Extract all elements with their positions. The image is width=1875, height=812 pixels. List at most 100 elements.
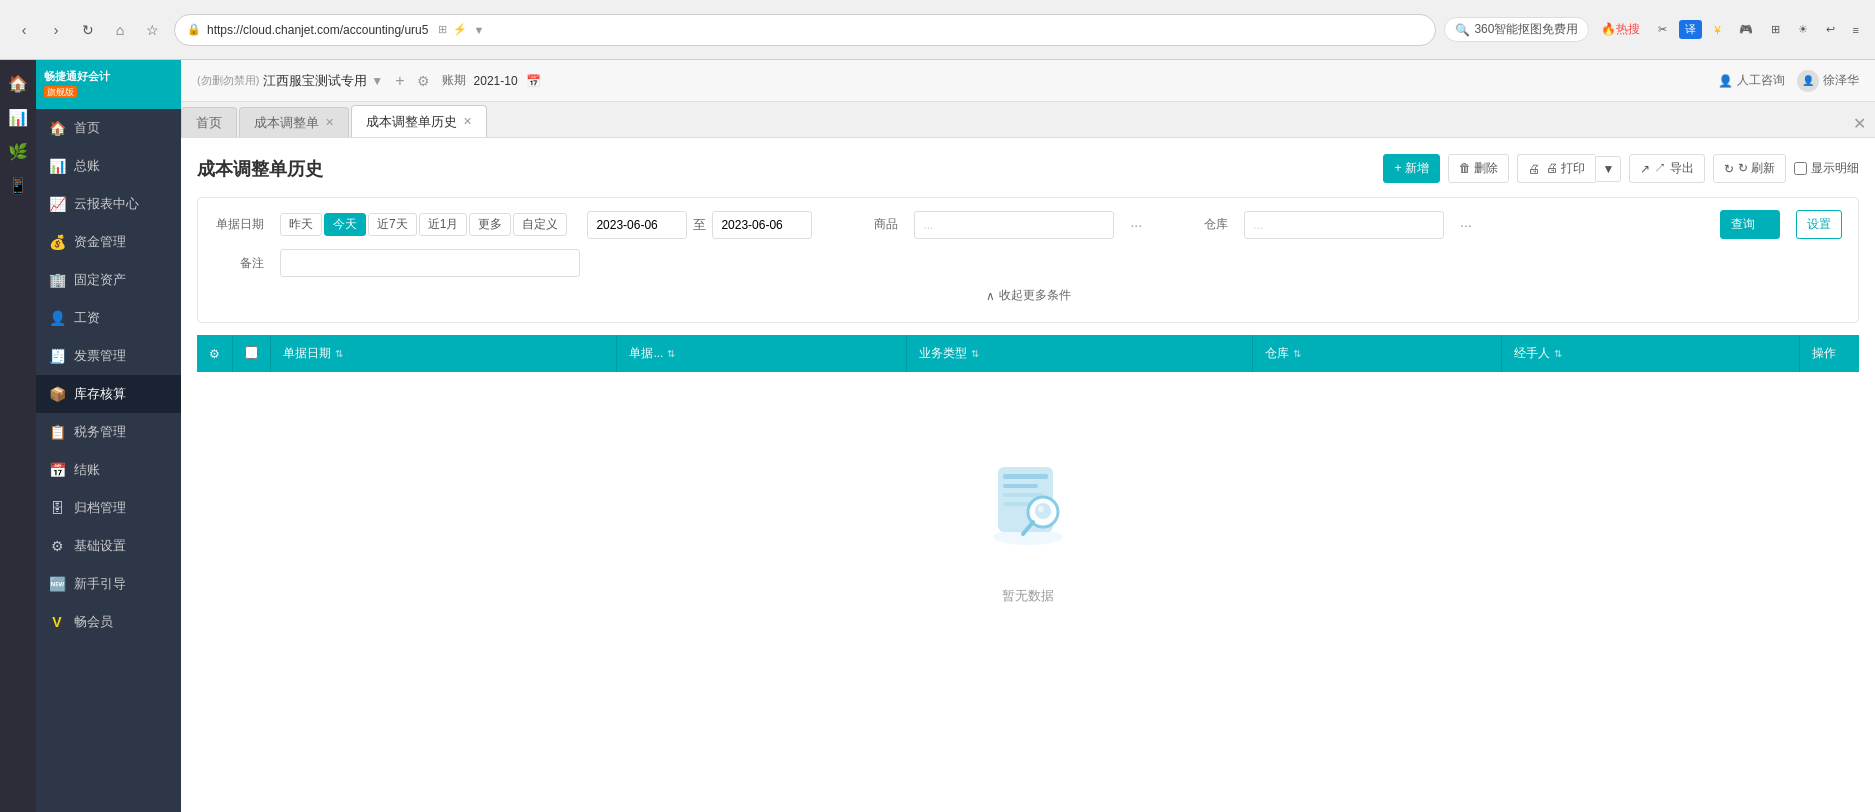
sidebar-item-settings[interactable]: ⚙ 基础设置 (36, 527, 181, 565)
date-btn-today[interactable]: 今天 (324, 213, 366, 236)
currency-tool[interactable]: ¥ (1708, 22, 1726, 38)
warehouse-sort-icon: ⇅ (1293, 348, 1301, 359)
sidebar-item-inventory[interactable]: 📦 库存核算 (36, 375, 181, 413)
th-date-label: 单据日期 (283, 345, 331, 362)
date-to-input[interactable] (712, 211, 812, 239)
sidebar-item-guide[interactable]: 🆕 新手引导 (36, 565, 181, 603)
bookmark-button[interactable]: ☆ (138, 16, 166, 44)
query-button[interactable]: 查询 (1720, 210, 1780, 239)
icon-bar: 🏠 📊 🌿 📱 (0, 60, 36, 812)
consultant-label: 人工咨询 (1737, 72, 1785, 89)
tabs-bar: 首页 成本调整单 ✕ 成本调整单历史 ✕ ✕ (181, 102, 1875, 138)
sidebar-item-salary[interactable]: 👤 工资 (36, 299, 181, 337)
th-biz-type[interactable]: 业务类型 ⇅ (906, 335, 1252, 372)
back-button[interactable]: ‹ (10, 16, 38, 44)
th-number[interactable]: 单据... ⇅ (617, 335, 906, 372)
translate-tool[interactable]: 译 (1679, 20, 1702, 39)
funds-icon: 💰 (48, 234, 66, 250)
company-selector[interactable]: (勿删勿禁用) 江西服宝测试专用 ▼ (197, 72, 383, 90)
sidebar-item-invoices[interactable]: 🧾 发票管理 (36, 337, 181, 375)
remark-input[interactable] (280, 249, 580, 277)
user-menu[interactable]: 👤 徐泽华 (1797, 70, 1859, 92)
warehouse-more-dots[interactable]: ··· (1460, 217, 1472, 233)
forward-button[interactable]: › (42, 16, 70, 44)
warehouse-selector[interactable]: ... (1244, 211, 1444, 239)
export-button[interactable]: ↗ ↗ 导出 (1629, 154, 1704, 183)
export-label: ↗ 导出 (1654, 160, 1693, 177)
period-value: 2021-10 (474, 74, 518, 88)
tab-home[interactable]: 首页 (181, 107, 237, 137)
company-dropdown-icon[interactable]: ▼ (371, 74, 383, 88)
date-btn-more[interactable]: 更多 (469, 213, 511, 236)
sidebar-nav: 🏠 首页 📊 总账 📈 云报表中心 💰 资金管理 🏢 固定资产 👤 工资 (36, 109, 181, 812)
reload-button[interactable]: ↻ (74, 16, 102, 44)
date-btn-1month[interactable]: 近1月 (419, 213, 468, 236)
sidebar-item-member[interactable]: V 畅会员 (36, 603, 181, 641)
biz-type-sort-icon: ⇅ (971, 348, 979, 359)
show-detail-checkbox[interactable]: 显示明细 (1794, 160, 1859, 177)
new-button[interactable]: + 新增 (1383, 154, 1439, 183)
iconbar-item-2[interactable]: 📊 (3, 102, 33, 132)
calendar-icon[interactable]: 📅 (526, 74, 541, 88)
assets-icon: 🏢 (48, 272, 66, 288)
address-bar[interactable]: 🔒 https://cloud.chanjet.com/accounting/u… (174, 14, 1436, 46)
theme-tool[interactable]: ☀ (1792, 21, 1814, 38)
th-warehouse[interactable]: 仓库 ⇅ (1253, 335, 1502, 372)
salary-icon: 👤 (48, 310, 66, 326)
th-handler[interactable]: 经手人 ⇅ (1501, 335, 1799, 372)
sidebar-item-funds[interactable]: 💰 资金管理 (36, 223, 181, 261)
add-icon[interactable]: + (395, 72, 404, 90)
menu-tool[interactable]: ≡ (1847, 22, 1865, 38)
iconbar-item-3[interactable]: 🌿 (3, 136, 33, 166)
refresh-button[interactable]: ↻ ↻ 刷新 (1713, 154, 1786, 183)
sidebar-item-fixed-assets[interactable]: 🏢 固定资产 (36, 261, 181, 299)
date-btn-7days[interactable]: 近7天 (368, 213, 417, 236)
th-check[interactable] (233, 335, 271, 372)
show-detail-input[interactable] (1794, 162, 1807, 175)
collapse-filter-btn[interactable]: ∧ 收起更多条件 (986, 287, 1071, 304)
print-button[interactable]: 🖨 🖨 打印 (1517, 154, 1595, 183)
game-tool[interactable]: 🎮 (1733, 21, 1759, 38)
close-all-tabs-btn[interactable]: ✕ (1847, 109, 1871, 137)
select-all-checkbox[interactable] (245, 346, 258, 359)
tab-cost-adjust[interactable]: 成本调整单 ✕ (239, 107, 349, 137)
th-date[interactable]: 单据日期 ⇅ (271, 335, 617, 372)
tab-home-label: 首页 (196, 114, 222, 132)
consultant-btn[interactable]: 👤 人工咨询 (1718, 72, 1785, 89)
scissors-tool[interactable]: ✂ (1652, 21, 1673, 38)
date-from-input[interactable] (587, 211, 687, 239)
th-action-label: 操作 (1812, 346, 1836, 360)
sidebar-item-home[interactable]: 🏠 首页 (36, 109, 181, 147)
browser-tools: 🔍 360智能抠图免费用 🔥热搜 ✂ 译 ¥ 🎮 ⊞ ☀ ↩ ≡ (1444, 17, 1865, 42)
sidebar-item-reports[interactable]: 📈 云报表中心 (36, 185, 181, 223)
tab-cost-history-close[interactable]: ✕ (463, 115, 472, 128)
iconbar-item-4[interactable]: 📱 (3, 170, 33, 200)
delete-button[interactable]: 🗑 删除 (1448, 154, 1509, 183)
date-filter-buttons: 昨天 今天 近7天 近1月 更多 自定义 (280, 213, 567, 236)
th-gear[interactable]: ⚙ (197, 335, 233, 372)
date-btn-yesterday[interactable]: 昨天 (280, 213, 322, 236)
search-box[interactable]: 🔍 360智能抠图免费用 (1444, 17, 1589, 42)
grid-tool[interactable]: ⊞ (1765, 21, 1786, 38)
gear-icon[interactable]: ⚙ (209, 347, 220, 361)
hot-search[interactable]: 🔥热搜 (1595, 19, 1646, 40)
sidebar-item-archive[interactable]: 🗄 归档管理 (36, 489, 181, 527)
undo-tool[interactable]: ↩ (1820, 21, 1841, 38)
settings-icon[interactable]: ⚙ (417, 73, 430, 89)
print-dropdown-btn[interactable]: ▼ (1595, 156, 1621, 182)
date-btn-custom[interactable]: 自定义 (513, 213, 567, 236)
sidebar-item-general-ledger[interactable]: 📊 总账 (36, 147, 181, 185)
sidebar-item-period-end[interactable]: 📅 结账 (36, 451, 181, 489)
product-placeholder: ... (923, 218, 933, 232)
sidebar-item-tax[interactable]: 📋 税务管理 (36, 413, 181, 451)
product-more-dots[interactable]: ··· (1130, 217, 1142, 233)
filter-settings-button[interactable]: 设置 (1796, 210, 1842, 239)
tab-cost-history[interactable]: 成本调整单历史 ✕ (351, 105, 487, 137)
tab-cost-adjust-close[interactable]: ✕ (325, 116, 334, 129)
home-button[interactable]: ⌂ (106, 16, 134, 44)
inventory-icon: 📦 (48, 386, 66, 402)
period-info: 账期 2021-10 📅 (442, 72, 541, 89)
iconbar-item-1[interactable]: 🏠 (3, 68, 33, 98)
product-selector[interactable]: ... (914, 211, 1114, 239)
collapse-label: 收起更多条件 (999, 287, 1071, 304)
